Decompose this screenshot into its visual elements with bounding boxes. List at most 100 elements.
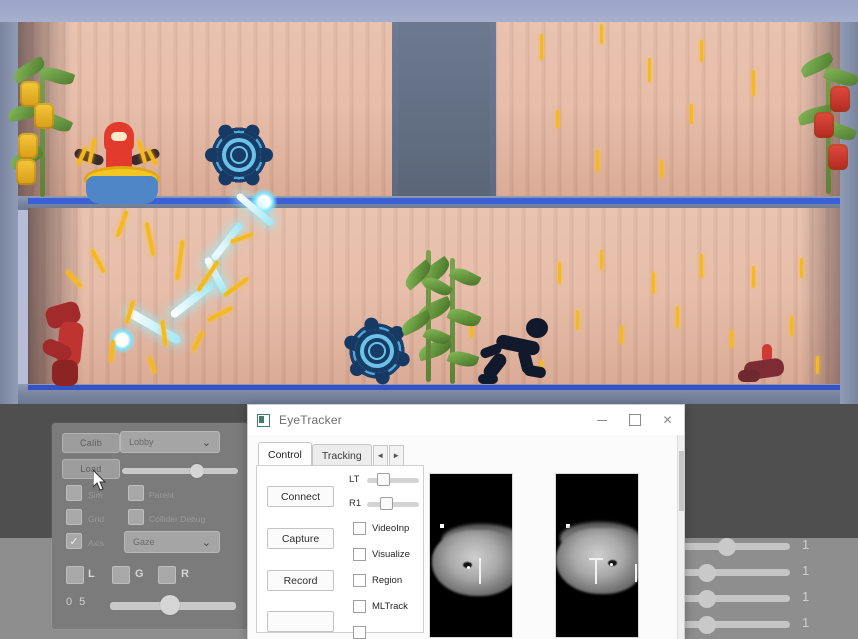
connect-button[interactable]: Connect <box>267 486 334 507</box>
right-slider-knob[interactable] <box>698 616 716 634</box>
mltrack-label: MLTrack <box>372 601 408 612</box>
visualize-label: Visualize <box>372 549 410 560</box>
fallen-red-figure-left <box>36 298 98 386</box>
right-slider-knob[interactable] <box>698 564 716 582</box>
right-slider-row[interactable]: 1 <box>680 534 858 558</box>
sim-checkbox[interactable] <box>66 485 82 501</box>
right-slider-row[interactable]: 1 <box>680 560 858 584</box>
maximize-button[interactable] <box>618 405 651 435</box>
fallen-red-figure-right <box>738 344 792 386</box>
chevron-down-icon: ⌄ <box>201 436 211 449</box>
grid-label: Grid <box>88 514 105 524</box>
window-titlebar[interactable]: EyeTracker ✕ <box>248 405 684 435</box>
room-lower-shadow-right <box>800 208 842 386</box>
r1-slider-label: R1 <box>349 498 362 509</box>
right-slider-row[interactable]: 1 <box>680 586 858 610</box>
minimize-button[interactable] <box>585 405 618 435</box>
panel-top-slider-knob[interactable] <box>190 464 204 478</box>
ir-reflection-dot <box>440 524 444 528</box>
doorway-inner <box>398 22 490 198</box>
videoinp-checkbox[interactable] <box>353 522 366 535</box>
videoinp-label: VideoInp <box>372 523 410 534</box>
right-slider-track[interactable] <box>680 621 790 628</box>
right-slider-value: 1 <box>802 563 810 578</box>
mouse-cursor <box>93 470 107 491</box>
gaze-dropdown[interactable]: Gaze ⌄ <box>124 531 220 553</box>
eyetracker-window[interactable]: EyeTracker ✕ Control Tracking ◄ ► Connec… <box>248 405 684 639</box>
mltrack-checkbox[interactable] <box>353 600 366 613</box>
right-slider-value: 1 <box>802 537 810 552</box>
lt-slider-label: LT <box>349 474 360 485</box>
right-slider-track[interactable] <box>680 569 790 576</box>
capture-button[interactable]: Capture <box>267 528 334 549</box>
tab-next-button[interactable]: ► <box>388 445 404 466</box>
parent-label: Parent <box>149 490 175 500</box>
axis-checkbox[interactable]: ✓ <box>66 533 82 549</box>
right-slider-row[interactable]: 1 <box>680 612 858 636</box>
l-toggle-label: L <box>88 568 95 580</box>
calib-button[interactable]: Calib <box>62 433 120 453</box>
crosshair-vertical <box>479 558 481 584</box>
chevron-down-icon: ⌄ <box>201 536 211 549</box>
r-toggle-label: R <box>181 568 189 580</box>
right-slider-track[interactable] <box>680 595 790 602</box>
screen-root: Calib Load Lobby ⌄ Sim Grid ✓ Axis Paren… <box>0 0 858 639</box>
window-body: Control Tracking ◄ ► Connect Capture Rec… <box>248 435 684 639</box>
pepper-plant-right <box>796 51 858 197</box>
r1-slider-knob[interactable] <box>380 497 393 510</box>
r1-slider-track[interactable] <box>367 502 419 507</box>
window-title: EyeTracker <box>279 413 342 427</box>
extra-checkbox[interactable] <box>353 626 366 639</box>
app-icon <box>257 413 270 427</box>
right-slider-knob[interactable] <box>718 538 736 556</box>
load-button[interactable]: Load <box>62 459 120 479</box>
l-toggle-checkbox[interactable] <box>66 566 84 584</box>
window-scrollbar[interactable] <box>677 435 684 639</box>
grid-checkbox[interactable] <box>66 509 82 525</box>
record-button[interactable]: Record <box>267 570 334 591</box>
right-slider-panel[interactable]: 1 1 1 1 <box>680 534 858 639</box>
control-tab-panel: Connect Capture Record LT R1 VideoInp Vi… <box>256 465 424 639</box>
tab-prev-button[interactable]: ◄ <box>372 445 388 466</box>
corneal-glint <box>610 563 613 566</box>
extra-button[interactable] <box>267 611 334 632</box>
parent-checkbox[interactable] <box>128 485 144 501</box>
left-eye-feed[interactable] <box>429 473 513 638</box>
crosshair-edge-marker <box>635 564 637 582</box>
eye-region <box>556 528 638 594</box>
r-toggle-checkbox[interactable] <box>158 566 176 584</box>
tab-tracking[interactable]: Tracking <box>311 444 372 466</box>
g-toggle-label: G <box>135 568 144 580</box>
doorway <box>392 22 496 198</box>
window-buttons[interactable]: ✕ <box>585 405 684 435</box>
scene-dropdown[interactable]: Lobby ⌄ <box>120 431 220 453</box>
tab-control[interactable]: Control <box>258 442 312 466</box>
eye-region <box>432 530 512 596</box>
panel-top-slider-track[interactable] <box>122 468 238 474</box>
lt-slider-knob[interactable] <box>377 473 390 486</box>
axis-label: Axis <box>88 538 105 548</box>
right-slider-value: 1 <box>802 615 810 630</box>
game-viewport[interactable] <box>0 0 858 404</box>
scene-control-panel[interactable]: Calib Load Lobby ⌄ Sim Grid ✓ Axis Paren… <box>52 423 248 629</box>
right-slider-knob[interactable] <box>698 590 716 608</box>
collider-debug-checkbox[interactable] <box>128 509 144 525</box>
lt-slider-track[interactable] <box>367 478 419 483</box>
tab-bar[interactable]: Control Tracking ◄ ► <box>258 442 421 466</box>
gaze-dropdown-label: Gaze <box>133 537 155 547</box>
crosshair-vertical <box>595 558 597 584</box>
collider-debug-label: Collider Debug <box>149 514 206 524</box>
region-checkbox[interactable] <box>353 574 366 587</box>
crosshair-horizontal <box>589 558 603 560</box>
scene-dropdown-label: Lobby <box>129 437 154 447</box>
check-icon: ✓ <box>69 535 79 548</box>
panel-bottom-slider-knob[interactable] <box>160 595 180 615</box>
scrollbar-thumb[interactable] <box>679 451 684 511</box>
saw-core-dot <box>232 148 246 162</box>
sky-background <box>0 0 858 24</box>
visualize-checkbox[interactable] <box>353 548 366 561</box>
region-label: Region <box>372 575 403 586</box>
right-eye-feed[interactable] <box>555 473 639 638</box>
g-toggle-checkbox[interactable] <box>112 566 130 584</box>
close-icon[interactable]: ✕ <box>651 405 684 435</box>
